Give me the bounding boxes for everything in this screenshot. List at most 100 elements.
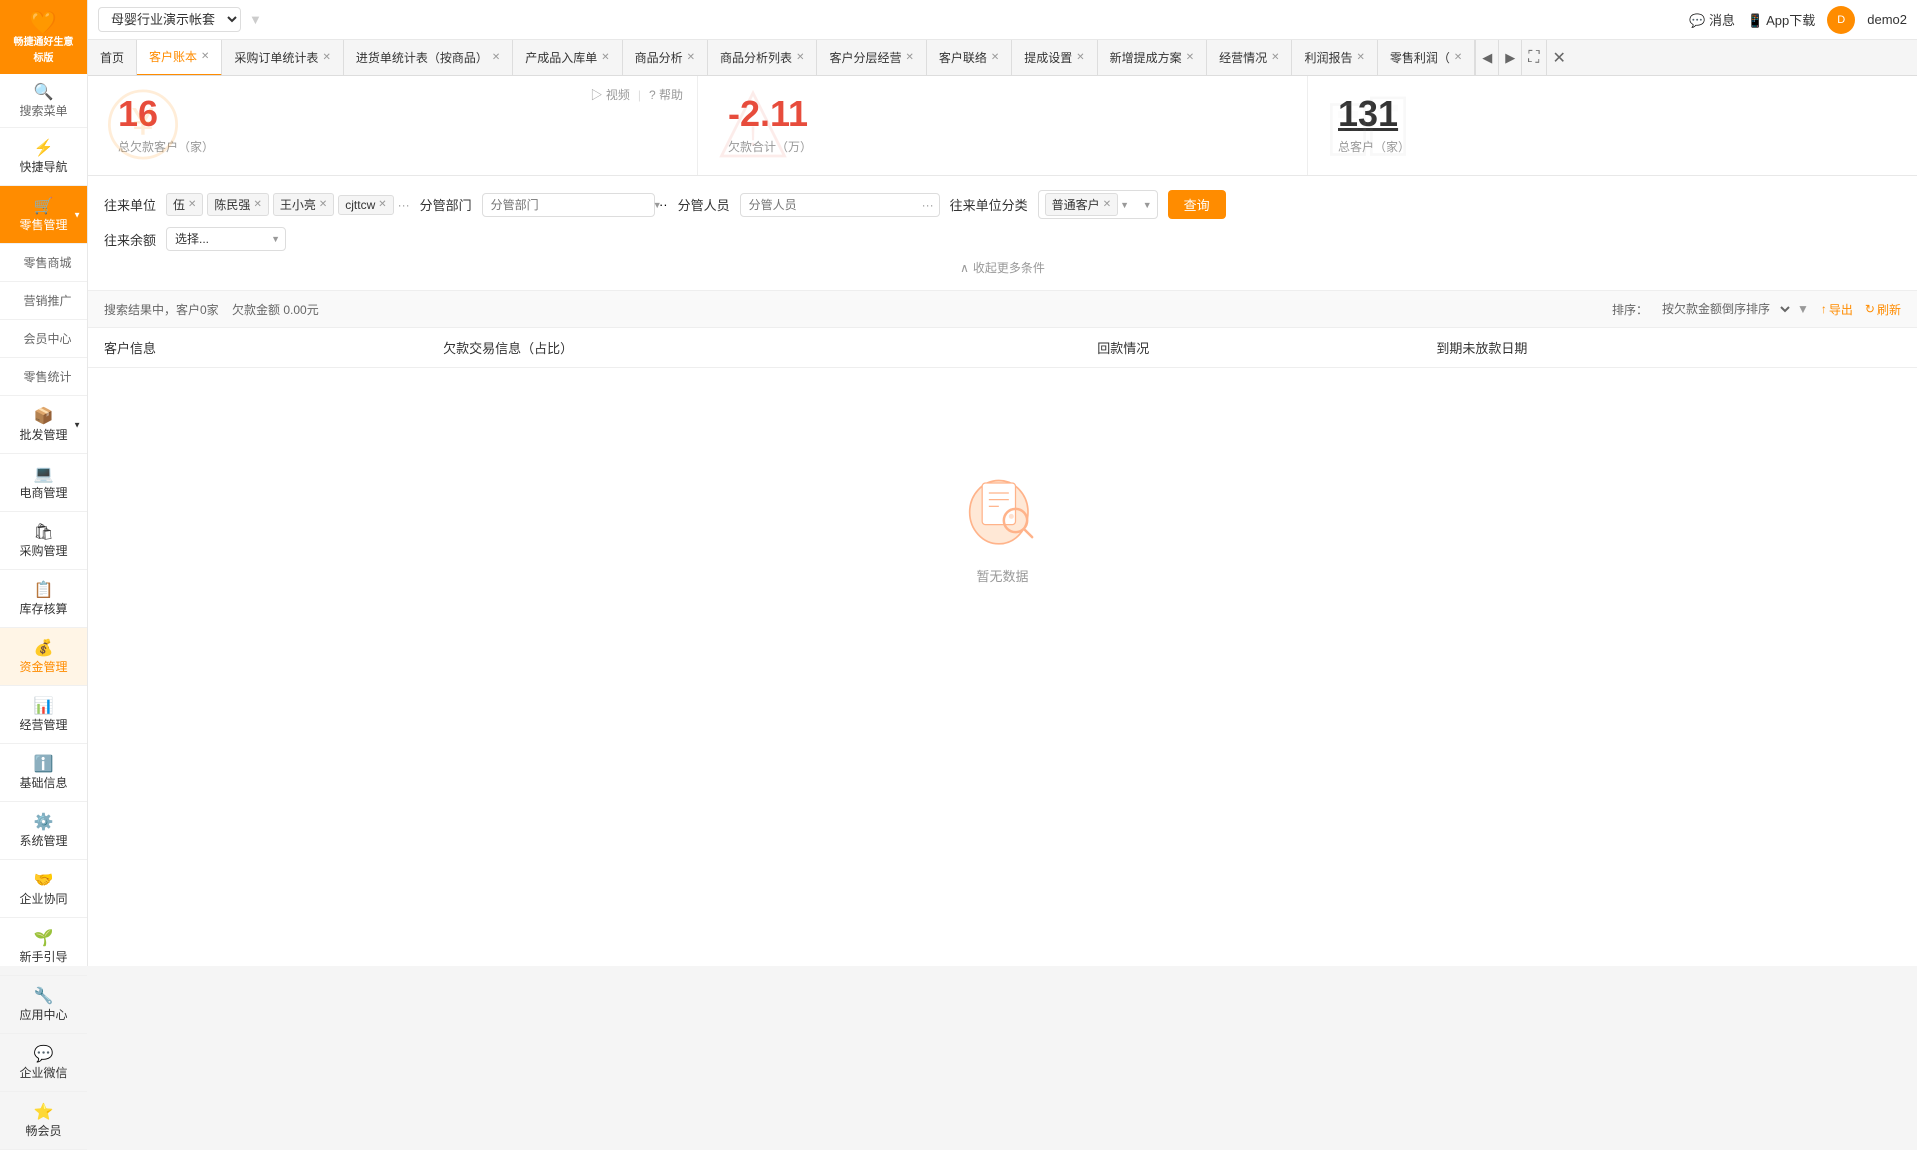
- tab-close-icon[interactable]: ✕: [1357, 52, 1365, 63]
- filter-dept-input[interactable]: [482, 193, 655, 217]
- sidebar-item-app-center[interactable]: 🔧 应用中心: [0, 976, 87, 1034]
- tab-close-icon[interactable]: ✕: [201, 51, 209, 62]
- col-repayment: 回款情况: [1081, 328, 1420, 368]
- stat-total-customers: 131 总客户（家）: [1308, 76, 1917, 175]
- sort-chevron-icon: ▼: [1797, 302, 1809, 316]
- logo-sub: 标版: [6, 49, 81, 64]
- tab-home[interactable]: 首页: [88, 40, 137, 76]
- sidebar-item-inventory[interactable]: 📋 库存核算: [0, 570, 87, 628]
- sidebar-item-member[interactable]: 会员中心: [0, 320, 87, 358]
- sidebar-item-quick-nav[interactable]: ⚡ 快捷导航: [0, 128, 87, 186]
- tab-close-icon[interactable]: ✕: [1271, 52, 1279, 63]
- app-download-btn[interactable]: 📱 App下载: [1747, 10, 1815, 29]
- sidebar-item-operation[interactable]: 📊 经营管理: [0, 686, 87, 744]
- tab-product-analysis[interactable]: 商品分析 ✕: [623, 40, 708, 76]
- chevron-down-icon: ▼: [1120, 200, 1129, 210]
- refresh-button[interactable]: ↻ 刷新: [1865, 301, 1901, 318]
- tab-customer-contact[interactable]: 客户联络 ✕: [927, 40, 1012, 76]
- sidebar-item-vip[interactable]: ⭐ 畅会员: [0, 1092, 87, 1150]
- sidebar: 🧡 畅捷通好生意 标版 🔍 搜索菜单 ⚡ 快捷导航 🛒 零售管理 ▼ 零售商城 …: [0, 0, 88, 966]
- tab-product-inbound[interactable]: 产成品入库单 ✕: [513, 40, 622, 76]
- filter-person-input[interactable]: [740, 193, 940, 217]
- sidebar-item-finance[interactable]: 💰 资金管理: [0, 628, 87, 686]
- tab-close-all-btn[interactable]: ✕: [1546, 40, 1572, 76]
- tag-close-type[interactable]: ✕: [1103, 199, 1111, 210]
- tab-business-situation[interactable]: 经营情况 ✕: [1207, 40, 1292, 76]
- sort-select[interactable]: 按欠款金额倒序排序: [1652, 299, 1793, 319]
- tab-commission-settings[interactable]: 提成设置 ✕: [1012, 40, 1097, 76]
- sidebar-item-system[interactable]: ⚙️ 系统管理: [0, 802, 87, 860]
- tab-close-icon[interactable]: ✕: [322, 52, 330, 63]
- avatar[interactable]: D: [1827, 6, 1855, 34]
- tag-close-1[interactable]: ✕: [188, 199, 196, 210]
- tab-close-icon[interactable]: ✕: [905, 52, 913, 63]
- tab-close-icon[interactable]: ✕: [1454, 52, 1462, 63]
- filter-more-btn[interactable]: ···: [398, 198, 410, 212]
- filter-dept-label: 分管部门: [420, 195, 472, 214]
- account-selector[interactable]: 母婴行业演示帐套: [98, 7, 241, 32]
- tab-close-icon[interactable]: ✕: [1076, 52, 1084, 63]
- topbar-right: 💬 消息 📱 App下载 D demo2: [1689, 6, 1907, 34]
- tag-close-2[interactable]: ✕: [253, 199, 261, 210]
- sidebar-item-newbie[interactable]: 🌱 新手引导: [0, 918, 87, 976]
- tab-close-icon[interactable]: ✕: [601, 52, 609, 63]
- filter-person-label: 分管人员: [678, 195, 730, 214]
- video-link[interactable]: ▷ 视频: [590, 86, 629, 103]
- empty-state: 暂无数据: [104, 378, 1901, 665]
- filter-person-dots[interactable]: ···: [922, 198, 934, 212]
- tag-close-3[interactable]: ✕: [319, 199, 327, 210]
- sidebar-item-ecommerce[interactable]: 💻 电商管理: [0, 454, 87, 512]
- sidebar-logo[interactable]: 🧡 畅捷通好生意 标版: [0, 0, 87, 74]
- collapse-area: ∧ 收起更多条件: [104, 259, 1901, 276]
- filter-tag-unit-3: 王小亮 ✕: [273, 193, 334, 216]
- query-button[interactable]: 查询: [1168, 190, 1226, 219]
- sidebar-item-retail-stats[interactable]: 零售统计: [0, 358, 87, 396]
- table-header: 客户信息 欠款交易信息（占比） 回款情况 到期未放款日期: [88, 328, 1917, 368]
- tab-close-icon[interactable]: ✕: [991, 52, 999, 63]
- logo-text: 畅捷通好生意: [6, 36, 81, 49]
- sidebar-item-basic-info[interactable]: ℹ️ 基础信息: [0, 744, 87, 802]
- tab-retail-profit[interactable]: 零售利润（ ✕: [1378, 40, 1475, 76]
- tab-customer-tier[interactable]: 客户分层经营 ✕: [817, 40, 926, 76]
- sidebar-item-wholesale[interactable]: 📦 批发管理 ▼: [0, 396, 87, 454]
- tab-purchase-order-stats[interactable]: 采购订单统计表 ✕: [222, 40, 343, 76]
- sidebar-item-purchase[interactable]: 🛍 采购管理: [0, 512, 87, 570]
- sidebar-item-enterprise[interactable]: 🤝 企业协同: [0, 860, 87, 918]
- sidebar-item-retail[interactable]: 🛒 零售管理 ▼: [0, 186, 87, 244]
- tab-expand-btn[interactable]: ⛶: [1521, 40, 1545, 76]
- tab-add-commission[interactable]: 新增提成方案 ✕: [1098, 40, 1207, 76]
- tab-forward-btn[interactable]: ▶: [1498, 40, 1521, 76]
- tab-customer-ledger[interactable]: 客户账本 ✕: [137, 40, 222, 76]
- filter-balance-select[interactable]: 选择...: [166, 227, 286, 251]
- tab-close-icon[interactable]: ✕: [1186, 52, 1194, 63]
- stat-total-arrear-customers: ¥ 16 总欠款客户（家） ▷ 视频 | ? 帮助: [88, 76, 698, 175]
- tab-inbound-stats[interactable]: 进货单统计表（按商品） ✕: [344, 40, 513, 76]
- filter-unit-type-field[interactable]: 普通客户 ✕ ▼: [1038, 190, 1158, 219]
- tag-close-4[interactable]: ✕: [378, 199, 386, 210]
- filter-dept-dots[interactable]: ···: [655, 197, 668, 212]
- helper-links: ▷ 视频 | ? 帮助: [590, 86, 687, 103]
- sidebar-item-marketing[interactable]: 营销推广: [0, 282, 87, 320]
- stats-bar: ¥ 16 总欠款客户（家） ▷ 视频 | ? 帮助 !: [88, 76, 1917, 176]
- result-bar-right: 排序： 按欠款金额倒序排序 ▼ ↑ 导出 ↻ 刷新: [1612, 299, 1901, 319]
- svg-text:¥: ¥: [131, 101, 154, 144]
- tab-profit-report[interactable]: 利润报告 ✕: [1292, 40, 1377, 76]
- tab-product-analysis-list[interactable]: 商品分析列表 ✕: [708, 40, 817, 76]
- filter-row-2: 往来余额 选择...: [104, 227, 1901, 251]
- export-button[interactable]: ↑ 导出: [1821, 301, 1853, 318]
- tab-close-icon[interactable]: ✕: [796, 52, 804, 63]
- help-link[interactable]: ? 帮助: [649, 86, 683, 103]
- tab-overflow-btn[interactable]: ◀: [1475, 40, 1498, 76]
- download-icon: 📱: [1747, 13, 1763, 28]
- message-btn[interactable]: 💬 消息: [1689, 10, 1735, 29]
- filter-unit-label: 往来单位: [104, 195, 156, 214]
- username-label[interactable]: demo2: [1867, 12, 1907, 27]
- filter-balance-label: 往来余额: [104, 230, 156, 249]
- sidebar-item-search[interactable]: 🔍 搜索菜单: [0, 74, 87, 128]
- tab-close-icon[interactable]: ✕: [492, 52, 500, 63]
- empty-illustration: [953, 458, 1053, 558]
- collapse-button[interactable]: ∧ 收起更多条件: [960, 259, 1045, 276]
- sidebar-item-retail-mall[interactable]: 零售商城: [0, 244, 87, 282]
- tab-close-icon[interactable]: ✕: [687, 52, 695, 63]
- sidebar-item-wechat[interactable]: 💬 企业微信: [0, 1034, 87, 1092]
